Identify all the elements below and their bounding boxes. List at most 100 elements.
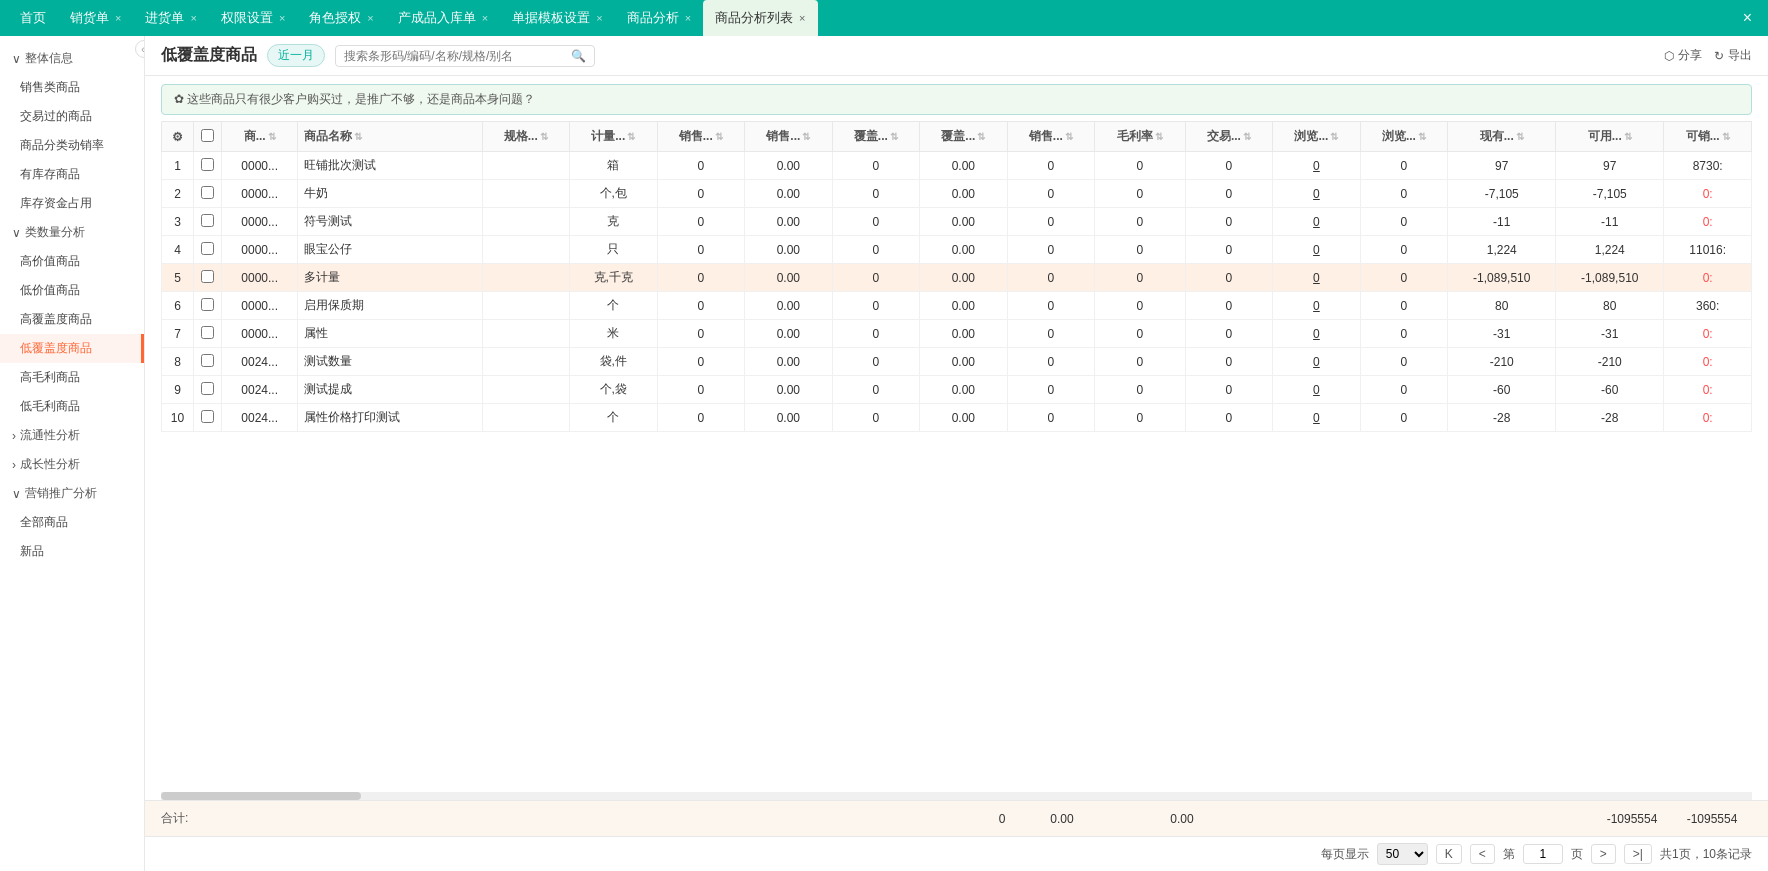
window-close-button[interactable]: × — [1735, 9, 1760, 27]
row-browse1[interactable]: 0 — [1273, 208, 1361, 236]
row-gross-margin: 0 — [1095, 208, 1186, 236]
sidebar-group-marketing[interactable]: ∨ 营销推广分析 — [0, 479, 144, 508]
row-browse1[interactable]: 0 — [1273, 264, 1361, 292]
search-input[interactable] — [344, 49, 565, 63]
nav-template-settings[interactable]: 单据模板设置 × — [500, 0, 614, 36]
row-browse1[interactable]: 0 — [1273, 320, 1361, 348]
row-checkbox[interactable] — [194, 404, 222, 432]
filter-recent-month-button[interactable]: 近一月 — [267, 44, 325, 67]
settings-icon[interactable]: ⚙ — [172, 130, 183, 144]
nav-role-auth[interactable]: 角色授权 × — [297, 0, 385, 36]
nav-sales-order[interactable]: 销货单 × — [58, 0, 133, 36]
sidebar-item-high-coverage[interactable]: 高覆盖度商品 — [0, 305, 144, 334]
name-column-header[interactable]: 商品名称⇅ — [298, 122, 482, 152]
available-column-header[interactable]: 可用...⇅ — [1556, 122, 1664, 152]
row-browse1[interactable]: 0 — [1273, 292, 1361, 320]
sales3-column-header[interactable]: 销售...⇅ — [1007, 122, 1095, 152]
sidebar-group-overall[interactable]: ∨ 整体信息 — [0, 44, 144, 73]
sidebar-item-high-margin[interactable]: 高毛利商品 — [0, 363, 144, 392]
nav-product-analysis[interactable]: 商品分析 × — [615, 0, 703, 36]
sidebar-group-growth[interactable]: › 成长性分析 — [0, 450, 144, 479]
transaction-column-header[interactable]: 交易...⇅ — [1185, 122, 1273, 152]
row-checkbox[interactable] — [194, 152, 222, 180]
page-number-input[interactable] — [1523, 844, 1563, 864]
nav-home[interactable]: 首页 — [8, 0, 58, 36]
row-browse1[interactable]: 0 — [1273, 152, 1361, 180]
sidebar-item-low-value[interactable]: 低价值商品 — [0, 276, 144, 305]
close-icon[interactable]: × — [367, 12, 373, 24]
sales-amt-column-header[interactable]: 销售...⇅ — [745, 122, 833, 152]
nav-purchase-order[interactable]: 进货单 × — [133, 0, 208, 36]
sidebar-item-category-turnover[interactable]: 商品分类动销率 — [0, 131, 144, 160]
sidebar-item-stock-capital[interactable]: 库存资金占用 — [0, 189, 144, 218]
prev-page-button[interactable]: < — [1470, 844, 1495, 864]
row-available: -28 — [1556, 404, 1664, 432]
row-browse1[interactable]: 0 — [1273, 180, 1361, 208]
sales-qty-column-header[interactable]: 销售...⇅ — [657, 122, 745, 152]
row-browse2: 0 — [1360, 208, 1448, 236]
browse1-column-header[interactable]: 浏览...⇅ — [1273, 122, 1361, 152]
code-column-header[interactable]: 商...⇅ — [222, 122, 298, 152]
checkbox-column-header[interactable] — [194, 122, 222, 152]
row-available: -60 — [1556, 376, 1664, 404]
sidebar-item-high-value[interactable]: 高价值商品 — [0, 247, 144, 276]
close-icon[interactable]: × — [799, 12, 805, 24]
spec-column-header[interactable]: 规格...⇅ — [482, 122, 570, 152]
close-icon[interactable]: × — [190, 12, 196, 24]
nav-product-warehouse[interactable]: 产成品入库单 × — [386, 0, 500, 36]
sidebar-item-low-margin[interactable]: 低毛利商品 — [0, 392, 144, 421]
row-browse1[interactable]: 0 — [1273, 376, 1361, 404]
sellable-column-header[interactable]: 可销...⇅ — [1664, 122, 1752, 152]
next-page-button[interactable]: > — [1591, 844, 1616, 864]
coverage2-column-header[interactable]: 覆盖...⇅ — [920, 122, 1008, 152]
row-checkbox[interactable] — [194, 348, 222, 376]
sidebar-item-traded-goods[interactable]: 交易过的商品 — [0, 102, 144, 131]
row-checkbox[interactable] — [194, 320, 222, 348]
browse2-column-header[interactable]: 浏览...⇅ — [1360, 122, 1448, 152]
sidebar-item-low-coverage[interactable]: 低覆盖度商品 — [0, 334, 144, 363]
first-page-button[interactable]: K — [1436, 844, 1462, 864]
unit-column-header[interactable]: 计量...⇅ — [570, 122, 658, 152]
nav-permissions[interactable]: 权限设置 × — [209, 0, 297, 36]
close-icon[interactable]: × — [482, 12, 488, 24]
row-checkbox[interactable] — [194, 208, 222, 236]
export-button[interactable]: ↻ 导出 — [1714, 47, 1752, 64]
row-code: 0000... — [222, 152, 298, 180]
search-icon[interactable]: 🔍 — [571, 49, 586, 63]
close-icon[interactable]: × — [685, 12, 691, 24]
scrollbar-thumb[interactable] — [161, 792, 361, 800]
page-size-select[interactable]: 50 100 200 — [1377, 843, 1428, 865]
close-icon[interactable]: × — [279, 12, 285, 24]
row-available: -7,105 — [1556, 180, 1664, 208]
row-checkbox[interactable] — [194, 264, 222, 292]
sidebar-item-sales-goods[interactable]: 销售类商品 — [0, 73, 144, 102]
row-coverage1: 0 — [832, 264, 920, 292]
row-checkbox[interactable] — [194, 236, 222, 264]
row-gross-margin: 0 — [1095, 236, 1186, 264]
sidebar-group-quantity-analysis[interactable]: ∨ 类数量分析 — [0, 218, 144, 247]
row-sales-amt: 0.00 — [745, 320, 833, 348]
sidebar-item-new-goods[interactable]: 新品 — [0, 537, 144, 566]
sidebar-item-stocked-goods[interactable]: 有库存商品 — [0, 160, 144, 189]
row-checkbox[interactable] — [194, 180, 222, 208]
sidebar-group-circulation[interactable]: › 流通性分析 — [0, 421, 144, 450]
horizontal-scrollbar[interactable] — [161, 792, 1752, 800]
nav-product-analysis-list[interactable]: 商品分析列表 × — [703, 0, 817, 36]
row-checkbox[interactable] — [194, 292, 222, 320]
row-browse1[interactable]: 0 — [1273, 348, 1361, 376]
share-button[interactable]: ⬡ 分享 — [1664, 47, 1702, 64]
row-checkbox[interactable] — [194, 376, 222, 404]
close-icon[interactable]: × — [115, 12, 121, 24]
sidebar-item-all-goods[interactable]: 全部商品 — [0, 508, 144, 537]
footer-label: 合计: — [161, 810, 188, 827]
gross-margin-column-header[interactable]: 毛利率⇅ — [1095, 122, 1186, 152]
coverage1-column-header[interactable]: 覆盖...⇅ — [832, 122, 920, 152]
row-browse1[interactable]: 0 — [1273, 236, 1361, 264]
row-num: 7 — [162, 320, 194, 348]
current-stock-column-header[interactable]: 现有...⇅ — [1448, 122, 1556, 152]
close-icon[interactable]: × — [596, 12, 602, 24]
row-browse1[interactable]: 0 — [1273, 404, 1361, 432]
settings-column-header[interactable]: ⚙ — [162, 122, 194, 152]
last-page-button[interactable]: >| — [1624, 844, 1652, 864]
select-all-checkbox[interactable] — [201, 129, 214, 142]
